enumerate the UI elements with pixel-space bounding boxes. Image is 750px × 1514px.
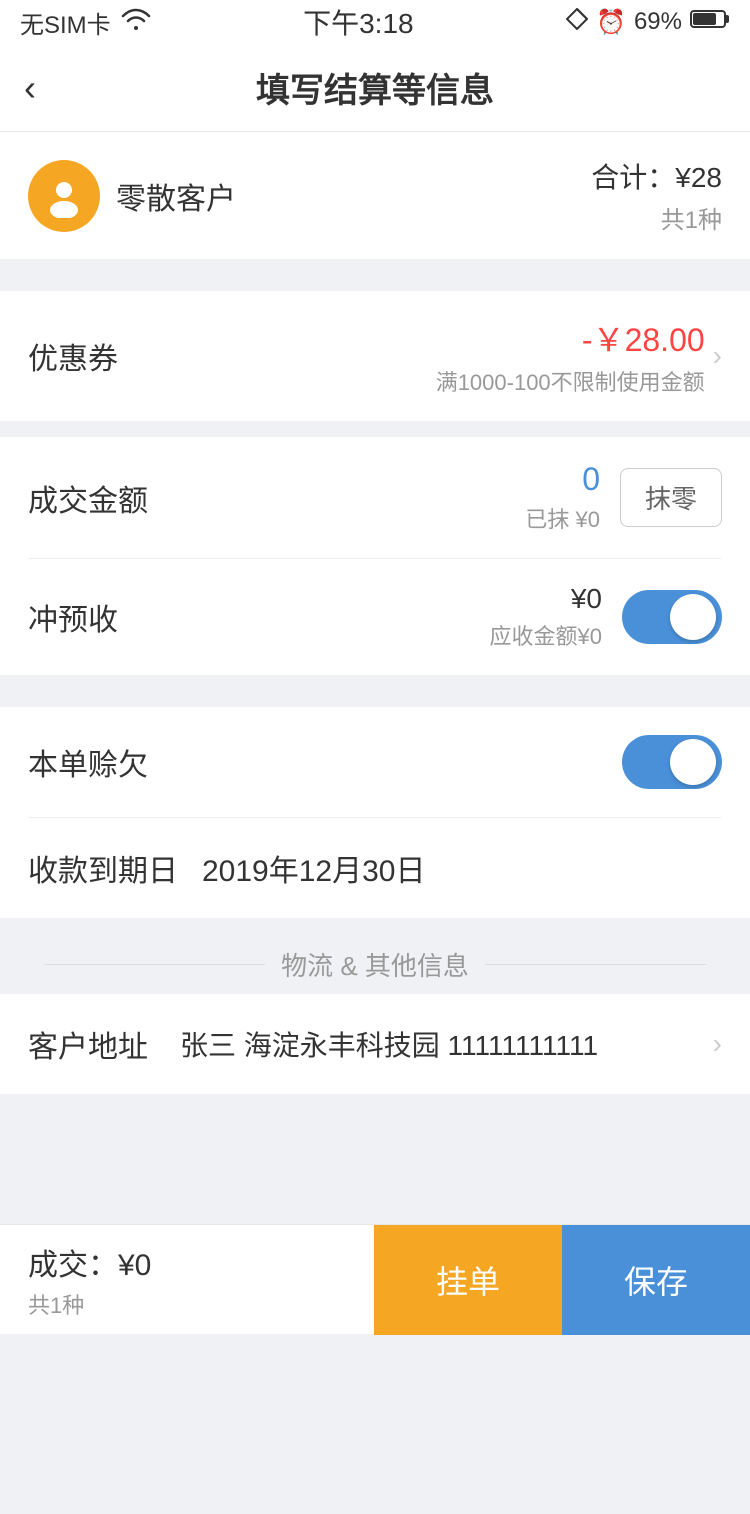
address-label: 客户地址 [28, 1022, 148, 1066]
round-off-button[interactable]: 抹零 [620, 468, 722, 527]
bottom-summary: 成交：¥0 共1种 [0, 1240, 374, 1320]
prepaid-label: 冲预收 [28, 595, 118, 639]
back-button[interactable]: ‹ [24, 67, 36, 109]
bottom-deal-amount: 成交：¥0 [28, 1240, 346, 1284]
bottom-count: 共1种 [28, 1288, 346, 1320]
battery-level: 69% [634, 8, 682, 36]
save-button[interactable]: 保存 [562, 1225, 750, 1335]
address-chevron-icon: › [713, 1028, 722, 1060]
deal-section: 成交金额 0 已抹 ¥0 抹零 冲预收 ¥0 应收金额¥0 [0, 437, 750, 675]
logistics-divider-inner: 物流 & 其他信息 [0, 946, 750, 983]
debt-toggle[interactable] [622, 735, 722, 789]
logistics-line-left [44, 964, 265, 965]
coupon-label: 优惠券 [28, 334, 118, 378]
deal-amount-label: 成交金额 [28, 476, 148, 520]
coupon-detail: -￥28.00 满1000-100不限制使用金额 [436, 315, 705, 397]
address-value: 张三 海淀永丰科技园 11111111111 [180, 1024, 713, 1064]
status-time: 下午3:18 [303, 2, 414, 42]
prepaid-row: 冲预收 ¥0 应收金额¥0 [28, 559, 722, 675]
status-right: ⏰ 69% [566, 8, 730, 37]
due-date-row: 收款到期日 2019年12月30日 [28, 818, 722, 918]
deal-right: 0 已抹 ¥0 抹零 [525, 461, 722, 534]
logistics-label: 物流 & 其他信息 [281, 946, 469, 983]
battery-icon [690, 8, 730, 37]
coupon-row[interactable]: 优惠券 -￥28.00 满1000-100不限制使用金额 › [0, 291, 750, 421]
deal-amount-sub: 已抹 ¥0 [525, 502, 600, 534]
debt-row: 本单赊欠 [28, 707, 722, 818]
bottom-bar: 成交：¥0 共1种 挂单 保存 [0, 1224, 750, 1334]
coupon-right: -￥28.00 满1000-100不限制使用金额 › [436, 315, 722, 397]
status-left: 无SIM卡 [20, 5, 151, 40]
divider-2 [0, 421, 750, 437]
due-date-value: 2019年12月30日 [202, 846, 425, 890]
logistics-divider: 物流 & 其他信息 [0, 934, 750, 994]
customer-name: 零散客户 [116, 174, 236, 218]
debt-label: 本单赊欠 [28, 740, 148, 784]
divider-3 [0, 675, 750, 691]
status-bar: 无SIM卡 下午3:18 ⏰ 69% [0, 0, 750, 44]
prepaid-right: ¥0 应收金额¥0 [490, 583, 722, 651]
bottom-deal-value: ¥0 [118, 1249, 151, 1282]
address-row[interactable]: 客户地址 张三 海淀永丰科技园 11111111111 › [28, 994, 722, 1094]
deal-amount-row: 成交金额 0 已抹 ¥0 抹零 [28, 437, 722, 559]
total-count: 共1种 [591, 200, 722, 235]
divider-1 [0, 275, 750, 291]
logistics-line-right [485, 964, 706, 965]
page-title: 填写结算等信息 [256, 63, 494, 112]
address-section: 客户地址 张三 海淀永丰科技园 11111111111 › [0, 994, 750, 1094]
alarm-icon: ⏰ [596, 8, 626, 37]
deal-amount-value: 0 [525, 461, 600, 498]
debt-section: 本单赊欠 收款到期日 2019年12月30日 [0, 707, 750, 918]
prepaid-toggle[interactable] [622, 590, 722, 644]
customer-summary: 合计：¥28 共1种 [591, 156, 722, 235]
toggle-knob [670, 594, 716, 640]
debt-toggle-knob [670, 739, 716, 785]
due-date-label: 收款到期日 [28, 846, 178, 890]
coupon-amount: -￥28.00 [436, 315, 705, 361]
nav-bar: ‹ 填写结算等信息 [0, 44, 750, 132]
avatar [28, 160, 100, 232]
prepaid-value-wrap: ¥0 应收金额¥0 [490, 583, 602, 651]
wifi-icon [121, 8, 151, 37]
coupon-chevron-icon: › [713, 340, 722, 372]
hang-order-button[interactable]: 挂单 [374, 1225, 562, 1335]
bottom-deal-label: 成交： [28, 1249, 118, 1282]
prepaid-value: ¥0 [490, 583, 602, 615]
divider-4 [0, 918, 750, 934]
prepaid-sub: 应收金额¥0 [490, 619, 602, 651]
location-icon [566, 8, 588, 37]
coupon-desc: 满1000-100不限制使用金额 [436, 365, 705, 397]
deal-value-wrap: 0 已抹 ¥0 [525, 461, 600, 534]
sim-signal: 无SIM卡 [20, 5, 111, 40]
customer-row: 零散客户 合计：¥28 共1种 [0, 132, 750, 259]
total-amount: 合计：¥28 [591, 156, 722, 196]
customer-left: 零散客户 [28, 160, 236, 232]
